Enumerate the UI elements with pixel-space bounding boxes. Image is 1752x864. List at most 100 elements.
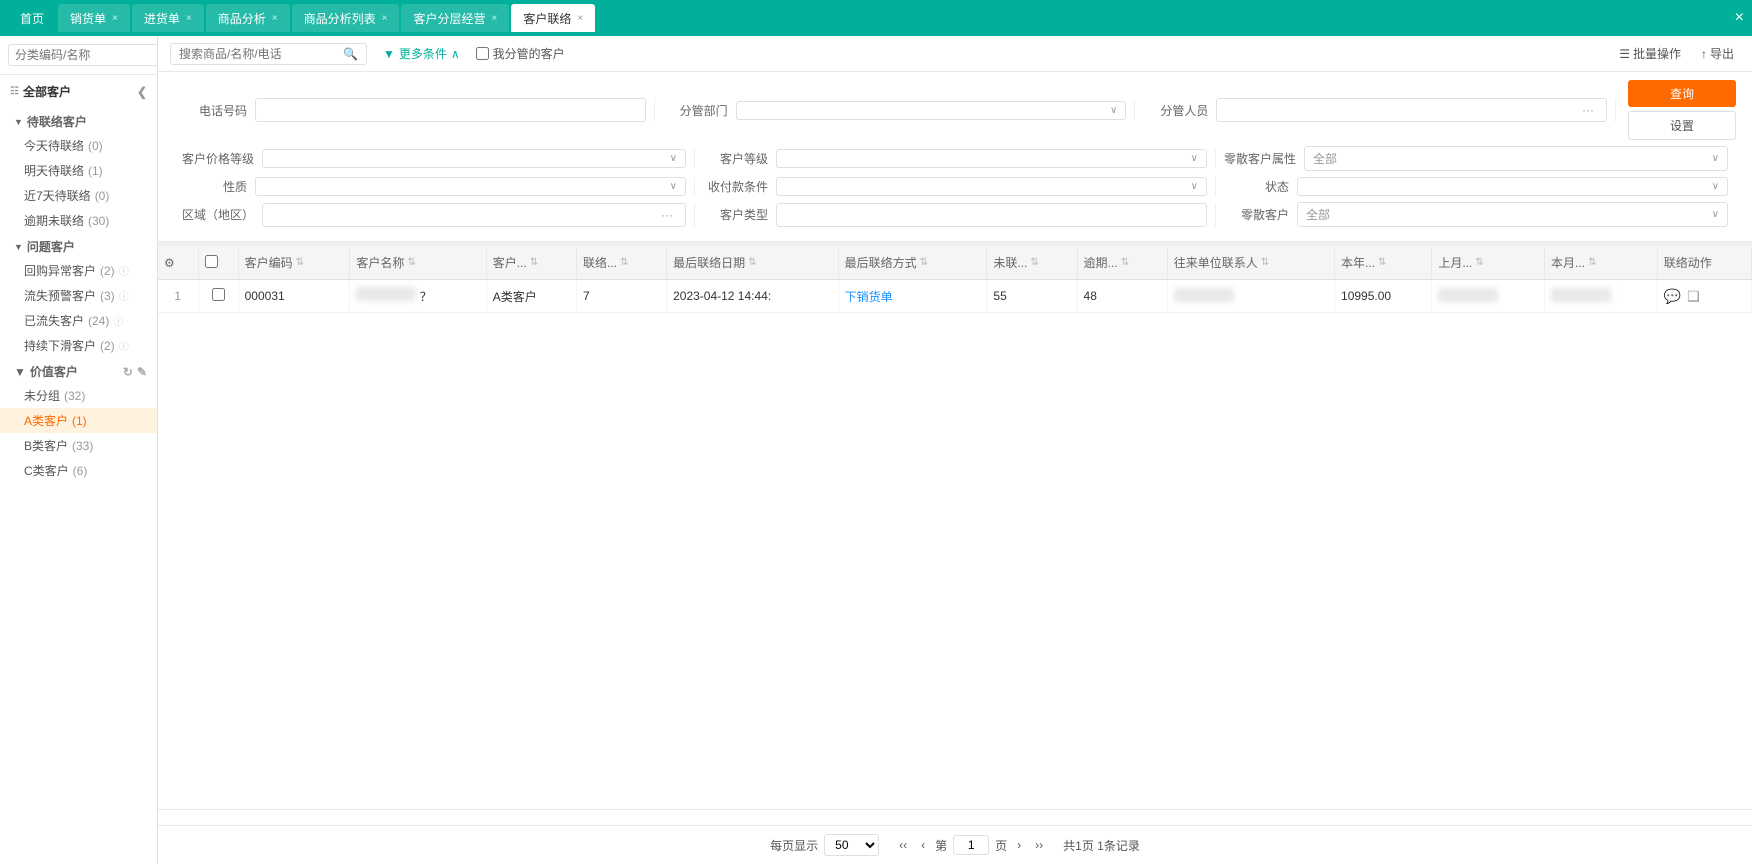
batch-ops-button[interactable]: ☰ 批量操作 — [1613, 42, 1687, 65]
sidebar-collapse-icon[interactable]: ❮ — [137, 85, 147, 99]
tab-customer-contact[interactable]: 客户联络 × — [511, 4, 595, 32]
tab-home[interactable]: 首页 — [8, 4, 56, 32]
page-number-input[interactable] — [953, 835, 989, 855]
row-checkbox-cell — [198, 280, 238, 313]
filter-scattered-select[interactable]: 全部 ∨ — [1297, 202, 1728, 227]
close-customer-layer-icon[interactable]: × — [491, 13, 497, 24]
row-qr-icon[interactable]: ❑ — [1687, 288, 1700, 305]
filter-status-select[interactable]: ∨ — [1297, 177, 1728, 196]
th-this-year[interactable]: 本年... ⇅ — [1335, 246, 1432, 280]
row-chat-icon[interactable]: 💬 — [1664, 288, 1681, 305]
sidebar-item-7days[interactable]: 近7天待联络 (0) — [0, 183, 157, 208]
th-last-method[interactable]: 最后联络方式 ⇅ — [838, 246, 987, 280]
close-goods-list-icon[interactable]: × — [382, 13, 388, 24]
sidebar-edit-icon[interactable]: ✎ — [137, 365, 147, 379]
sidebar-item-churned[interactable]: 已流失客户 (24) ⓘ — [0, 308, 157, 333]
sidebar-item-today[interactable]: 今天待联络 (0) — [0, 133, 157, 158]
setting-button[interactable]: 设置 — [1628, 111, 1736, 140]
th-overdue[interactable]: 逾期... ⇅ — [1077, 246, 1167, 280]
tab-purchase[interactable]: 进货单 × — [132, 4, 204, 32]
search-icon[interactable]: 🔍 — [343, 47, 358, 61]
th-contact-person[interactable]: 往来单位联系人 ⇅ — [1167, 246, 1334, 280]
tab-customer-layer[interactable]: 客户分层经营 × — [401, 4, 509, 32]
sidebar-search-input[interactable] — [8, 44, 158, 66]
row-num: 1 — [158, 280, 198, 313]
my-customer-checkbox-area[interactable]: 我分管的客户 — [476, 45, 565, 62]
more-filter-button[interactable]: ▼ 更多条件 ∧ — [375, 42, 468, 65]
total-info: 共1页 1条记录 — [1063, 837, 1140, 854]
sidebar-item-declining[interactable]: 持续下滑客户 (2) ⓘ — [0, 333, 157, 358]
sidebar-item-overdue[interactable]: 逾期未联络 (30) — [0, 208, 157, 233]
filter-nature-select[interactable]: ∨ — [255, 177, 686, 196]
tab-sales[interactable]: 销货单 × — [58, 4, 130, 32]
horizontal-scrollbar[interactable] — [158, 809, 1752, 825]
first-page-button[interactable]: ‹‹ — [895, 836, 911, 854]
tab-goods-list-label: 商品分析列表 — [304, 10, 376, 27]
sidebar-item-c-class[interactable]: C类客户 (6) — [0, 458, 157, 483]
filter-region-input[interactable]: ··· — [262, 203, 686, 227]
prev-page-button[interactable]: ‹ — [917, 836, 929, 854]
select-all-checkbox[interactable] — [205, 255, 218, 268]
th-last-date-label: 最后联络日期 — [673, 254, 745, 271]
th-name[interactable]: 客户名称 ⇅ — [350, 246, 486, 280]
sidebar-problem-group[interactable]: ▼ 问题客户 — [0, 233, 157, 258]
th-type[interactable]: 客户... ⇅ — [486, 246, 576, 280]
th-settings[interactable]: ⚙ — [158, 246, 198, 280]
close-customer-contact-icon[interactable]: × — [577, 13, 583, 24]
sidebar-item-ungroup[interactable]: 未分组 (32) — [0, 383, 157, 408]
filter-payment-chevron: ∨ — [1191, 181, 1198, 192]
my-customer-checkbox[interactable] — [476, 47, 489, 60]
filter-payment-select[interactable]: ∨ — [776, 177, 1207, 196]
close-all-button[interactable]: × — [1735, 9, 1744, 27]
th-no-contact-label: 未联... — [993, 254, 1027, 271]
per-page-select[interactable]: 50 100 200 — [824, 834, 879, 856]
query-button[interactable]: 查询 — [1628, 80, 1736, 107]
sidebar-all-customers[interactable]: ☷ 全部客户 ❮ — [0, 75, 157, 108]
tab-goods-analysis[interactable]: 商品分析 × — [206, 4, 290, 32]
filter-cell-phone: 电话号码 — [174, 98, 655, 122]
filter-cell-scattered-attr: 零散客户属性 全部 ∨ — [1216, 146, 1736, 171]
filter-person-input[interactable]: ··· — [1216, 98, 1607, 122]
close-purchase-icon[interactable]: × — [186, 13, 192, 24]
th-contact-num[interactable]: 联络... ⇅ — [576, 246, 666, 280]
filter-region-more[interactable]: ··· — [657, 208, 677, 222]
th-last-month[interactable]: 上月... ⇅ — [1432, 246, 1545, 280]
row-last-method-link[interactable]: 下销货单 — [845, 290, 893, 304]
filter-customer-type-input[interactable] — [776, 203, 1207, 227]
filter-dept-chevron: ∨ — [1110, 105, 1117, 116]
th-no-contact[interactable]: 未联... ⇅ — [987, 246, 1077, 280]
th-last-date[interactable]: 最后联络日期 ⇅ — [667, 246, 838, 280]
close-goods-analysis-icon[interactable]: × — [272, 13, 278, 24]
sort-overdue-icon: ⇅ — [1121, 257, 1129, 268]
sidebar-item-churn-warn[interactable]: 流失预警客户 (3) ⓘ — [0, 283, 157, 308]
sidebar-item-abnormal[interactable]: 回购异常客户 (2) ⓘ — [0, 258, 157, 283]
filter-dept-select[interactable]: ∨ — [736, 101, 1127, 120]
sidebar-pending-group[interactable]: ▼ 待联络客户 — [0, 108, 157, 133]
search-input[interactable] — [179, 47, 339, 61]
sidebar-item-tomorrow[interactable]: 明天待联络 (1) — [0, 158, 157, 183]
export-button[interactable]: ↑ 导出 — [1695, 42, 1740, 65]
filter-phone-input[interactable] — [255, 98, 646, 122]
tab-goods-list[interactable]: 商品分析列表 × — [292, 4, 400, 32]
bottom-bar: 每页显示 50 100 200 ‹‹ ‹ 第 页 › ›› 共1页 1条记录 — [158, 825, 1752, 864]
row-checkbox[interactable] — [212, 288, 225, 301]
sidebar-value-group: ▼ 价值客户 ↻ ✎ — [0, 358, 157, 383]
th-this-month[interactable]: 本月... ⇅ — [1545, 246, 1658, 280]
settings-icon[interactable]: ⚙ — [164, 256, 175, 270]
sidebar-item-b-class[interactable]: B类客户 (33) — [0, 433, 157, 458]
next-page-button[interactable]: › — [1013, 836, 1025, 854]
filter-phone-label: 电话号码 — [182, 102, 247, 119]
sidebar-item-a-class[interactable]: A类客户 (1) — [0, 408, 157, 433]
sidebar-item-tomorrow-label: 明天待联络 — [24, 162, 84, 179]
info-icon-declining: ⓘ — [119, 338, 129, 353]
close-sales-icon[interactable]: × — [112, 13, 118, 24]
row-contact-person-blurred — [1174, 288, 1234, 302]
filter-person-more[interactable]: ··· — [1578, 103, 1598, 117]
search-box: 🔍 — [170, 43, 367, 65]
th-code[interactable]: 客户编码 ⇅ — [238, 246, 350, 280]
filter-customer-level-select[interactable]: ∨ — [776, 149, 1207, 168]
filter-price-level-select[interactable]: ∨ — [262, 149, 686, 168]
sidebar-refresh-icon[interactable]: ↻ — [123, 365, 133, 379]
filter-scattered-attr-select[interactable]: 全部 ∨ — [1304, 146, 1728, 171]
last-page-button[interactable]: ›› — [1031, 836, 1047, 854]
